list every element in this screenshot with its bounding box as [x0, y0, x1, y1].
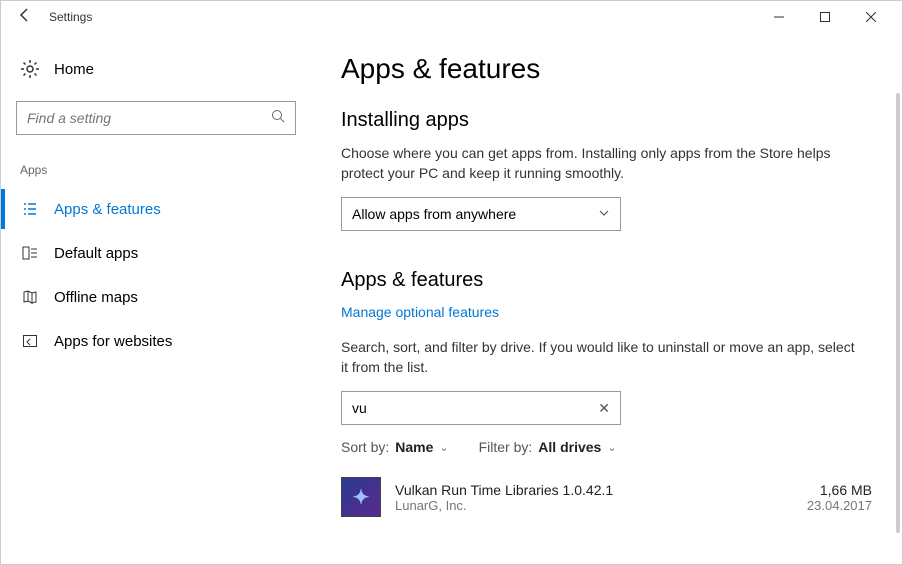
find-setting-input[interactable]: [27, 110, 271, 126]
close-button[interactable]: [848, 1, 894, 33]
installing-desc: Choose where you can get apps from. Inst…: [341, 144, 861, 183]
sort-value: Name: [395, 439, 433, 455]
minimize-button[interactable]: [756, 1, 802, 33]
sidebar-item-apps-websites[interactable]: Apps for websites: [16, 319, 296, 363]
app-size: 1,66 MB: [807, 482, 872, 498]
chevron-down-icon: ⌄: [439, 441, 448, 454]
back-button[interactable]: [9, 7, 41, 28]
defaults-icon: [20, 245, 40, 261]
app-search-box[interactable]: ✕: [341, 391, 621, 425]
filter-by-control[interactable]: Filter by: All drives ⌄: [479, 439, 617, 455]
filter-label: Filter by:: [479, 439, 533, 455]
sort-by-control[interactable]: Sort by: Name ⌄: [341, 439, 449, 455]
sort-label: Sort by:: [341, 439, 389, 455]
home-label: Home: [54, 61, 94, 78]
sidebar-section-label: Apps: [16, 163, 296, 187]
manage-optional-link[interactable]: Manage optional features: [341, 304, 499, 320]
window-title: Settings: [49, 10, 92, 24]
sidebar-item-offline-maps[interactable]: Offline maps: [16, 275, 296, 319]
install-source-dropdown[interactable]: Allow apps from anywhere: [341, 197, 621, 231]
home-button[interactable]: Home: [16, 53, 296, 85]
find-setting-search[interactable]: [16, 101, 296, 135]
sidebar-item-default-apps[interactable]: Default apps: [16, 231, 296, 275]
app-date: 23.04.2017: [807, 498, 872, 513]
filter-value: All drives: [538, 439, 601, 455]
features-heading: Apps & features: [341, 269, 872, 292]
search-icon: [271, 109, 285, 128]
chevron-down-icon: ⌄: [607, 441, 616, 454]
list-icon: [20, 201, 40, 217]
page-title: Apps & features: [341, 53, 872, 85]
nav-label: Apps & features: [54, 201, 161, 218]
sidebar: Home Apps Apps & features Default apps O…: [1, 33, 311, 564]
websites-icon: [20, 333, 40, 349]
gear-icon: [20, 59, 40, 79]
app-list-item[interactable]: ✦ Vulkan Run Time Libraries 1.0.42.1 Lun…: [341, 473, 872, 521]
app-name: Vulkan Run Time Libraries 1.0.42.1: [395, 482, 793, 498]
app-icon: ✦: [341, 477, 381, 517]
features-desc: Search, sort, and filter by drive. If yo…: [341, 338, 861, 377]
app-search-input[interactable]: [352, 400, 598, 416]
nav-label: Default apps: [54, 245, 138, 262]
maximize-button[interactable]: [802, 1, 848, 33]
nav-label: Offline maps: [54, 289, 138, 306]
dropdown-value: Allow apps from anywhere: [352, 206, 516, 222]
clear-icon[interactable]: ✕: [598, 400, 610, 417]
app-publisher: LunarG, Inc.: [395, 498, 793, 513]
titlebar: Settings: [1, 1, 902, 33]
installing-heading: Installing apps: [341, 109, 872, 132]
scrollbar[interactable]: [896, 93, 900, 533]
chevron-down-icon: [598, 206, 610, 222]
sidebar-item-apps-features[interactable]: Apps & features: [16, 187, 296, 231]
main-panel: Apps & features Installing apps Choose w…: [311, 33, 902, 564]
map-icon: [20, 289, 40, 305]
nav-label: Apps for websites: [54, 333, 172, 350]
